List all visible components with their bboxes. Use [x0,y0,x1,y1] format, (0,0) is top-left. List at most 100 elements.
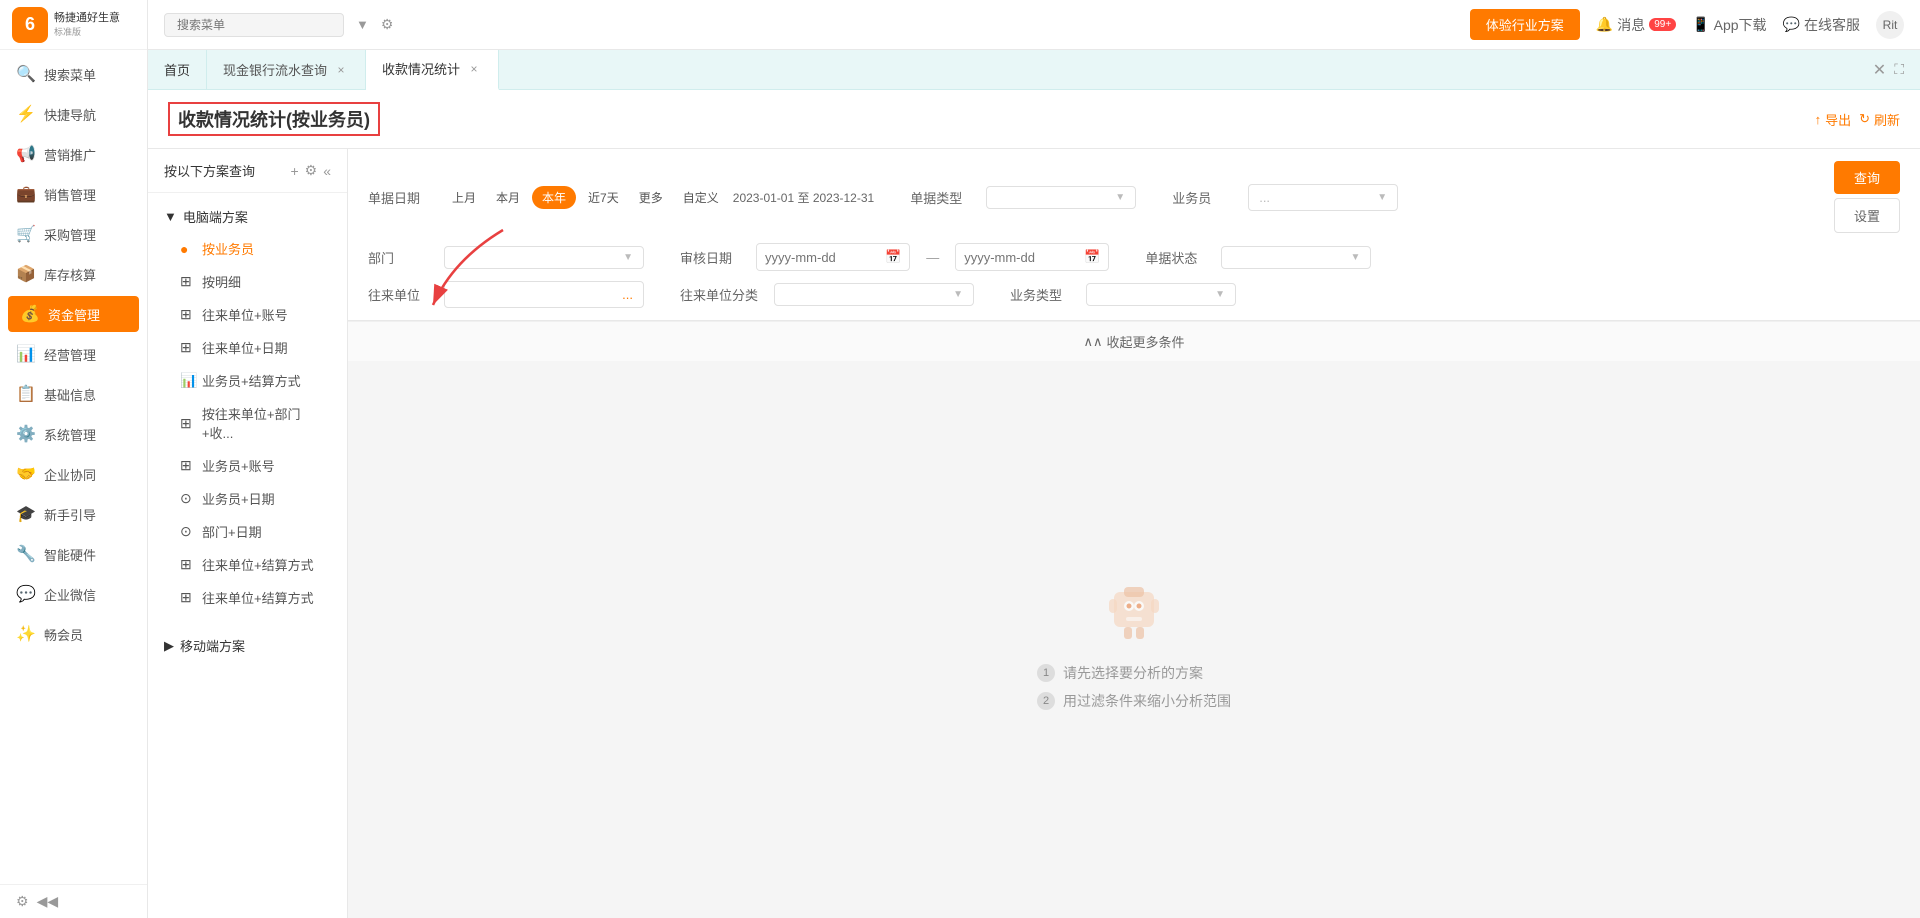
tab-bank-close[interactable]: × [333,62,349,78]
sidebar-item-system[interactable]: ⚙️ 系统管理 [0,414,147,454]
online-service-area[interactable]: 💬 在线客服 [1783,15,1860,35]
notifications-area[interactable]: 🔔 消息 99+ [1596,15,1676,35]
trial-btn[interactable]: 体验行业方案 [1470,9,1580,40]
notifications-badge: 99+ [1649,18,1676,31]
item-unit-settle1-icon: ⊞ [180,556,196,573]
partner-select[interactable]: ... [444,281,644,308]
tree-item-dept-date[interactable]: ⊙ 部门+日期 [148,515,347,548]
filter-area: 单据日期 上月 本月 本年 近7天 更多 自定义 2023-01-01 至 20… [348,149,1920,321]
biz-type-select[interactable]: ▼ [1086,283,1236,306]
sidebar-item-basic[interactable]: 📋 基础信息 [0,374,147,414]
sidebar-item-marketing[interactable]: 📢 营销推广 [0,134,147,174]
audit-date-label: 审核日期 [680,248,740,267]
tree-item-unit-date[interactable]: ⊞ 往来单位+日期 [148,331,347,364]
sidebar-item-vip[interactable]: ✨ 畅会员 [0,614,147,654]
export-btn[interactable]: ↑ 导出 [1815,110,1852,129]
sidebar: 6 畅捷通好生意 标准版 🔍 搜索菜单 ⚡ 快捷导航 📢 营销推广 💼 销售管理… [0,0,148,918]
audit-date-from-input[interactable]: 📅 [756,243,910,271]
add-scheme-btn[interactable]: + [290,163,298,179]
page-header: 收款情况统计(按业务员) ↑ 导出 ↻ 刷新 [148,90,1920,149]
date-tab-thisyear[interactable]: 本年 [532,186,576,209]
topbar-search-input[interactable] [164,13,344,37]
tab-collection[interactable]: 收款情况统计 × [366,50,499,90]
audit-date-to-input[interactable]: 📅 [955,243,1109,271]
doc-status-select[interactable]: ▼ [1221,246,1371,269]
topbar-dropdown-icon[interactable]: ▼ [356,17,369,32]
dept-select[interactable]: ▼ [444,246,644,269]
user-avatar[interactable]: Rit [1876,11,1904,39]
tree-item-unit-dept[interactable]: ⊞ 按往来单位+部门+收... [148,397,347,449]
sidebar-item-purchase[interactable]: 🛒 采购管理 [0,214,147,254]
sidebar-item-corp[interactable]: 🤝 企业协同 [0,454,147,494]
sidebar-item-finance[interactable]: 💰 资金管理 [8,296,139,332]
sidebar-item-quick[interactable]: ⚡ 快捷导航 [0,94,147,134]
settings-bottom-icon[interactable]: ⚙ [16,893,29,910]
left-panel-actions: + ⚙ « [290,162,331,179]
sidebar-item-sales[interactable]: 💼 销售管理 [0,174,147,214]
content-body: 按以下方案查询 + ⚙ « ▼ 电脑端方案 ● 按业务员 [148,149,1920,918]
tab-collection-close[interactable]: × [466,61,482,77]
partner-cat-select[interactable]: ▼ [774,283,974,306]
guide-icon: 🎓 [16,504,36,524]
tree-item-by-salesman[interactable]: ● 按业务员 [148,232,347,265]
doc-type-select[interactable]: ▼ [986,186,1136,209]
sidebar-item-search[interactable]: 🔍 搜索菜单 [0,54,147,94]
tab-home[interactable]: 首页 [148,50,207,90]
tree-mobile-section: ▶ 移动端方案 [148,622,347,669]
collapse-icon[interactable]: ◀◀ [37,893,59,910]
collapse-more-btn[interactable]: ∧∧ 收起更多条件 [348,321,1920,361]
download-icon: 📱 [1692,16,1709,33]
main-area: ▼ ⚙ 体验行业方案 🔔 消息 99+ 📱 App下载 💬 在线客服 Rit [148,0,1920,918]
date-tab-7days[interactable]: 近7天 [580,186,627,209]
collapse-panel-btn[interactable]: « [323,163,331,179]
app-name: 畅捷通好生意 [54,11,120,25]
item-unit-account-icon: ⊞ [180,306,196,323]
topbar: ▼ ⚙ 体验行业方案 🔔 消息 99+ 📱 App下载 💬 在线客服 Rit [148,0,1920,50]
window-maximize-icon[interactable]: ⛶ [1894,61,1904,78]
sidebar-item-wechat[interactable]: 💬 企业微信 [0,574,147,614]
tree-item-unit-settle2[interactable]: ⊞ 往来单位+结算方式 [148,581,347,614]
search-icon: 🔍 [16,64,36,84]
left-panel: 按以下方案查询 + ⚙ « ▼ 电脑端方案 ● 按业务员 [148,149,348,918]
item-unit-dept-icon: ⊞ [180,415,196,432]
sidebar-item-hardware[interactable]: 🔧 智能硬件 [0,534,147,574]
refresh-icon: ↻ [1859,111,1870,127]
marketing-icon: 📢 [16,144,36,164]
partner-more-btn[interactable]: ... [622,287,633,302]
scheme-settings-btn[interactable]: ⚙ [305,162,318,179]
date-tab-thismonth[interactable]: 本月 [488,186,528,209]
tree-desktop-header[interactable]: ▼ 电脑端方案 [148,201,347,232]
salesman-select[interactable]: ... ▼ [1248,184,1398,211]
partner-cat-label: 往来单位分类 [680,285,758,304]
date-tab-more[interactable]: 更多 [631,186,671,209]
sidebar-item-operation[interactable]: 📊 经营管理 [0,334,147,374]
date-tab-lastmonth[interactable]: 上月 [444,186,484,209]
date-control: 上月 本月 本年 近7天 更多 自定义 2023-01-01 至 2023-12… [444,186,874,209]
tree-item-salesman-account[interactable]: ⊞ 业务员+账号 [148,449,347,482]
tab-bank[interactable]: 现金银行流水查询 × [207,50,366,90]
setting-btn[interactable]: 设置 [1834,198,1900,233]
tree-item-unit-settle1[interactable]: ⊞ 往来单位+结算方式 [148,548,347,581]
window-close-icon[interactable]: ✕ [1873,60,1886,80]
sidebar-item-inventory[interactable]: 📦 库存核算 [0,254,147,294]
partner-cat-arrow: ▼ [953,289,963,300]
query-btn[interactable]: 查询 [1834,161,1900,194]
step-2-num: 2 [1037,692,1055,710]
app-edition: 标准版 [54,25,120,38]
calendar-to-icon[interactable]: 📅 [1076,244,1108,270]
audit-date-from-field[interactable] [757,245,877,270]
audit-date-to-field[interactable] [956,245,1076,270]
tree-item-salesman-date[interactable]: ⊙ 业务员+日期 [148,482,347,515]
topbar-settings-icon[interactable]: ⚙ [381,16,394,33]
tree-item-salesman-settle[interactable]: 📊 业务员+结算方式 [148,364,347,397]
calendar-from-icon[interactable]: 📅 [877,244,909,270]
filter-row-1: 单据日期 上月 本月 本年 近7天 更多 自定义 2023-01-01 至 20… [368,161,1900,233]
hint-step-2: 2 用过滤条件来缩小分析范围 [1037,691,1231,711]
tree-mobile-header[interactable]: ▶ 移动端方案 [148,630,347,661]
tree-item-unit-account[interactable]: ⊞ 往来单位+账号 [148,298,347,331]
sidebar-item-guide[interactable]: 🎓 新手引导 [0,494,147,534]
date-tab-custom[interactable]: 自定义 [675,186,727,209]
app-download-area[interactable]: 📱 App下载 [1692,15,1766,35]
tree-item-by-detail[interactable]: ⊞ 按明细 [148,265,347,298]
refresh-btn[interactable]: ↻ 刷新 [1859,110,1900,129]
